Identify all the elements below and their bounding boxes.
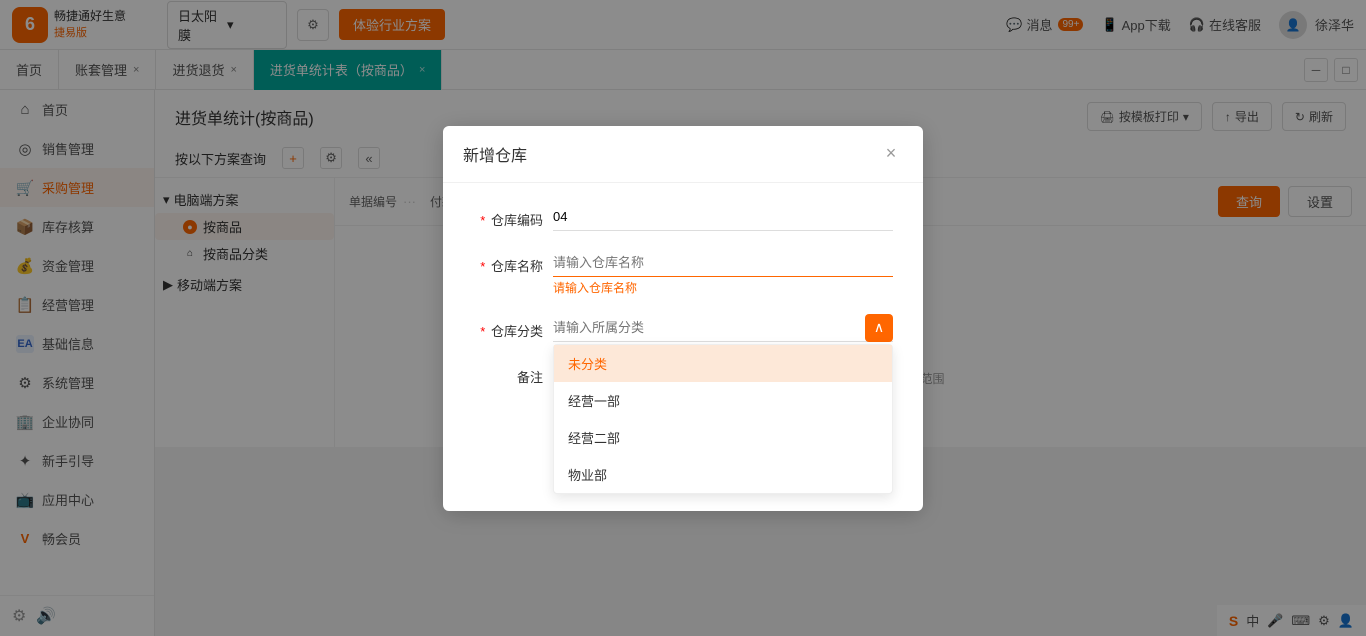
modal-header: 新增仓库 × xyxy=(443,126,923,183)
category-dropdown-wrapper: ∧ 未分类 经营一部 经营二部 物业部 xyxy=(553,314,893,342)
name-label: * 仓库名称 xyxy=(473,249,553,275)
modal-title: 新增仓库 xyxy=(463,142,527,166)
category-dropdown-list: 未分类 经营一部 经营二部 物业部 xyxy=(553,344,893,494)
category-label: * 仓库分类 xyxy=(473,314,553,340)
remark-label: 备注 xyxy=(473,360,553,386)
modal-close-button[interactable]: × xyxy=(879,142,903,166)
name-input[interactable] xyxy=(553,249,893,277)
code-input[interactable] xyxy=(553,203,893,231)
category-arrow-button[interactable]: ∧ xyxy=(865,314,893,342)
modal-overlay[interactable]: 新增仓库 × * 仓库编码 * 仓库名称 请输入仓库名称 xyxy=(0,0,1366,636)
add-warehouse-modal: 新增仓库 × * 仓库编码 * 仓库名称 请输入仓库名称 xyxy=(443,126,923,511)
name-input-group: 请输入仓库名称 xyxy=(553,249,893,296)
category-option-property[interactable]: 物业部 xyxy=(554,456,892,493)
category-field-row: * 仓库分类 ∧ 未分类 经营一部 经营二部 物业部 xyxy=(473,314,893,342)
modal-body: * 仓库编码 * 仓库名称 请输入仓库名称 * xyxy=(443,183,923,448)
category-option-dept2[interactable]: 经营二部 xyxy=(554,419,892,456)
name-field-row: * 仓库名称 请输入仓库名称 xyxy=(473,249,893,296)
code-label: * 仓库编码 xyxy=(473,203,553,229)
category-option-dept1[interactable]: 经营一部 xyxy=(554,382,892,419)
category-input[interactable] xyxy=(553,314,893,342)
name-error-msg: 请输入仓库名称 xyxy=(553,279,893,296)
category-option-uncategorized[interactable]: 未分类 xyxy=(554,345,892,382)
code-field-row: * 仓库编码 xyxy=(473,203,893,231)
